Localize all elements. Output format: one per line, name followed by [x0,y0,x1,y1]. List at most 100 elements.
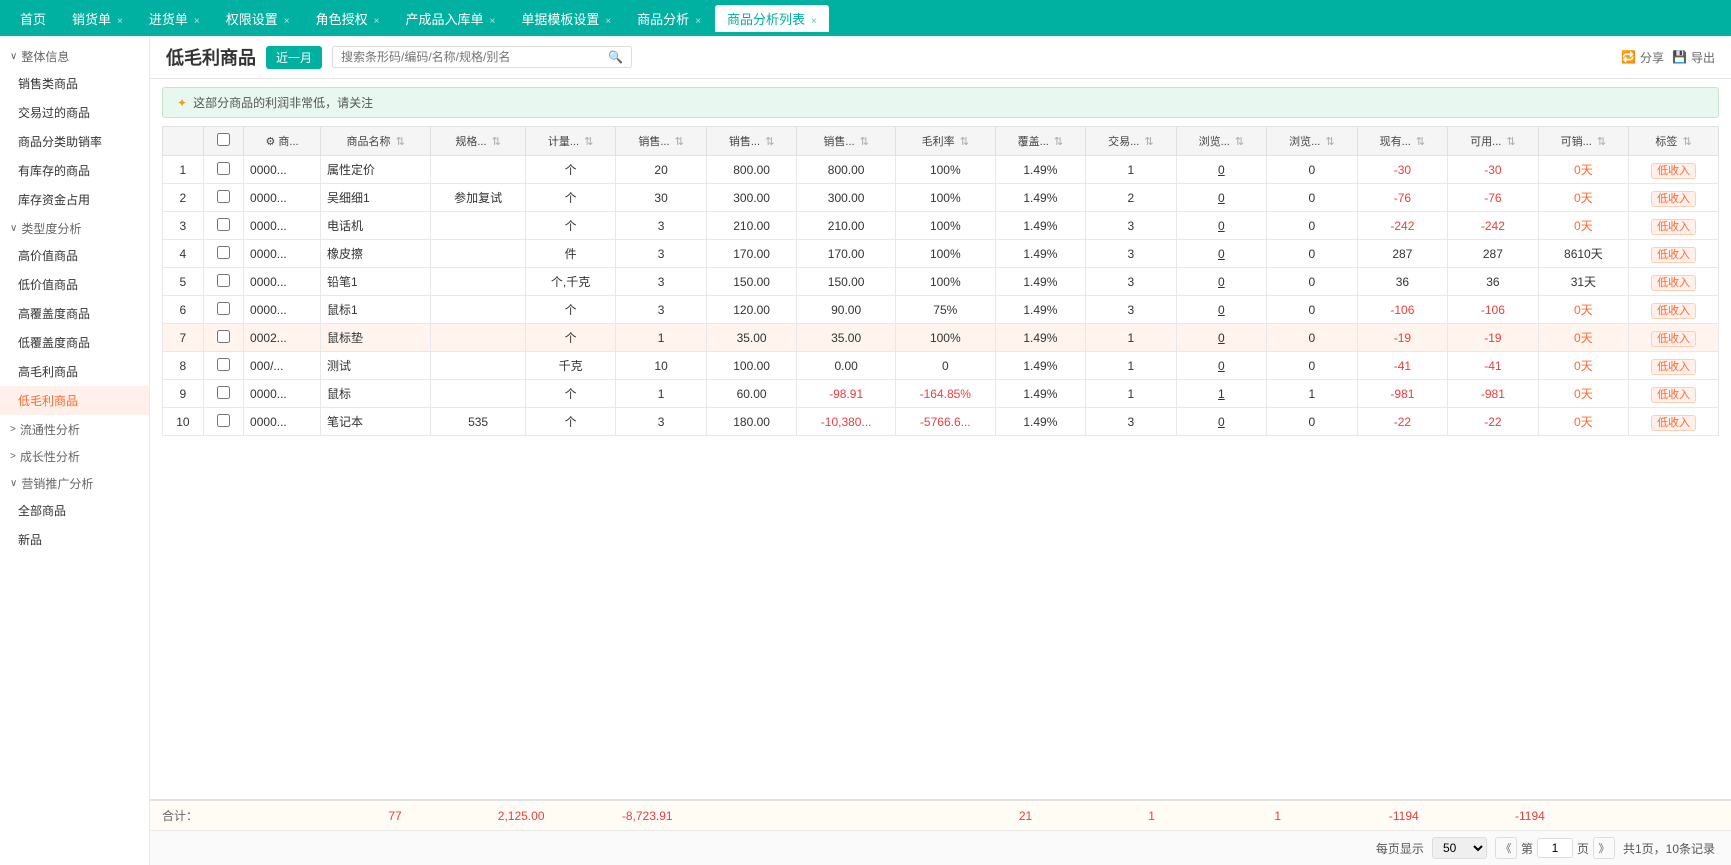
col-header-browse2[interactable]: 浏览... ⇅ [1267,127,1358,156]
browse-link[interactable]: 0 [1218,359,1225,373]
share-button[interactable]: 🔁 分享 [1621,49,1664,66]
nav-item-角色授权[interactable]: 角色授权× [304,5,392,32]
browse-link[interactable]: 0 [1218,219,1225,233]
cell-checkbox[interactable] [203,408,243,436]
nav-close-icon[interactable]: × [284,16,290,27]
nav-close-icon[interactable]: × [374,16,380,27]
row-checkbox[interactable] [217,162,230,175]
search-icon[interactable]: 🔍 [608,50,623,64]
browse-link[interactable]: 1 [1218,387,1225,401]
nav-item-单据模板设置[interactable]: 单据模板设置× [509,5,623,32]
sidebar-item-高价值商品[interactable]: 高价值商品 [0,241,149,270]
cell-checkbox[interactable] [203,296,243,324]
nav-close-icon[interactable]: × [811,16,817,27]
sidebar-item-低毛利商品[interactable]: 低毛利商品 [0,386,149,415]
select-all-checkbox[interactable] [217,133,230,146]
per-page-select[interactable]: 102050100 [1432,837,1487,859]
browse-link[interactable]: 0 [1218,191,1225,205]
col-header-unit[interactable]: 计量... ⇅ [525,127,616,156]
col-header-sales_profit[interactable]: 销售... ⇅ [797,127,896,156]
row-checkbox[interactable] [217,190,230,203]
col-header-browse1[interactable]: 浏览... ⇅ [1176,127,1267,156]
col-header-code[interactable]: ⚙ 商... [244,127,321,156]
row-checkbox[interactable] [217,302,230,315]
col-header-checkbox[interactable] [203,127,243,156]
nav-item-销货单[interactable]: 销货单× [60,5,135,32]
col-header-saleable[interactable]: 可销... ⇅ [1538,127,1629,156]
cell-checkbox[interactable] [203,156,243,184]
nav-close-icon[interactable]: × [695,16,701,27]
cell-code: 0000... [244,408,321,436]
cell-trade: 3 [1086,212,1177,240]
cell-checkbox[interactable] [203,184,243,212]
nav-item-商品分析列表[interactable]: 商品分析列表× [715,5,829,32]
page-number-input[interactable] [1537,838,1573,858]
col-header-name[interactable]: 商品名称 ⇅ [321,127,431,156]
sidebar-item-低价值商品[interactable]: 低价值商品 [0,270,149,299]
col-header-spec[interactable]: 规格... ⇅ [431,127,525,156]
sidebar-group-流通性分析[interactable]: >流通性分析 [0,415,149,442]
col-header-gross_rate[interactable]: 毛利率 ⇅ [895,127,995,156]
col-header-sales_qty[interactable]: 销售... ⇅ [616,127,707,156]
col-header-tag[interactable]: 标签 ⇅ [1629,127,1719,156]
cell-checkbox[interactable] [203,352,243,380]
sidebar-group-类型度分析[interactable]: ∨类型度分析 [0,214,149,241]
nav-item-权限设置[interactable]: 权限设置× [214,5,302,32]
cell-checkbox[interactable] [203,268,243,296]
tag-badge: 低收入 [1651,359,1696,375]
browse-link[interactable]: 0 [1218,415,1225,429]
sidebar-group-营销推广分析[interactable]: ∨营销推广分析 [0,469,149,496]
row-checkbox[interactable] [217,246,230,259]
cell-checkbox[interactable] [203,380,243,408]
cell-checkbox[interactable] [203,324,243,352]
cell-saleable: 31天 [1538,268,1629,296]
row-checkbox[interactable] [217,274,230,287]
col-header-index[interactable] [163,127,204,156]
browse-link[interactable]: 0 [1218,163,1225,177]
sidebar-item-低覆盖度商品[interactable]: 低覆盖度商品 [0,328,149,357]
row-checkbox[interactable] [217,330,230,343]
row-checkbox[interactable] [217,218,230,231]
cell-checkbox[interactable] [203,240,243,268]
sidebar-item-高覆盖度商品[interactable]: 高覆盖度商品 [0,299,149,328]
nav-item-首页[interactable]: 首页 [8,5,58,32]
prev-page-button[interactable]: 《 [1495,837,1517,859]
sidebar-group-整体信息[interactable]: ∨整体信息 [0,42,149,69]
browse-link[interactable]: 0 [1218,275,1225,289]
sidebar-item-有库存的商品[interactable]: 有库存的商品 [0,156,149,185]
cell-available: -981 [1448,380,1539,408]
row-checkbox[interactable] [217,414,230,427]
row-checkbox[interactable] [217,358,230,371]
nav-close-icon[interactable]: × [605,16,611,27]
col-header-current_stock[interactable]: 现有... ⇅ [1357,127,1448,156]
next-page-button[interactable]: 》 [1593,837,1615,859]
row-checkbox[interactable] [217,386,230,399]
search-input[interactable] [341,50,608,64]
sidebar-item-交易过的商品[interactable]: 交易过的商品 [0,98,149,127]
export-button[interactable]: 💾 导出 [1672,49,1715,66]
browse-link[interactable]: 0 [1218,247,1225,261]
col-header-sales_price[interactable]: 销售... ⇅ [706,127,797,156]
cell-sales_profit: -10,380... [797,408,896,436]
nav-close-icon[interactable]: × [117,16,123,27]
sidebar-item-新品[interactable]: 新品 [0,525,149,554]
sidebar-item-销售类商品[interactable]: 销售类商品 [0,69,149,98]
nav-close-icon[interactable]: × [194,16,200,27]
browse-link[interactable]: 0 [1218,303,1225,317]
nav-item-产成品入库单[interactable]: 产成品入库单× [393,5,507,32]
nav-close-icon[interactable]: × [489,16,495,27]
nav-item-进货单[interactable]: 进货单× [137,5,212,32]
sidebar-group-成长性分析[interactable]: >成长性分析 [0,442,149,469]
date-filter-button[interactable]: 近一月 [266,46,322,69]
cell-trade: 1 [1086,352,1177,380]
browse-link[interactable]: 0 [1218,331,1225,345]
col-header-trade[interactable]: 交易... ⇅ [1086,127,1177,156]
sidebar-item-全部商品[interactable]: 全部商品 [0,496,149,525]
col-header-cover_rate[interactable]: 覆盖... ⇅ [995,127,1086,156]
sidebar-item-高毛利商品[interactable]: 高毛利商品 [0,357,149,386]
cell-checkbox[interactable] [203,212,243,240]
col-header-available[interactable]: 可用... ⇅ [1448,127,1539,156]
sidebar-item-商品分类助销率[interactable]: 商品分类助销率 [0,127,149,156]
nav-item-商品分析[interactable]: 商品分析× [625,5,713,32]
sidebar-item-库存资金占用[interactable]: 库存资金占用 [0,185,149,214]
